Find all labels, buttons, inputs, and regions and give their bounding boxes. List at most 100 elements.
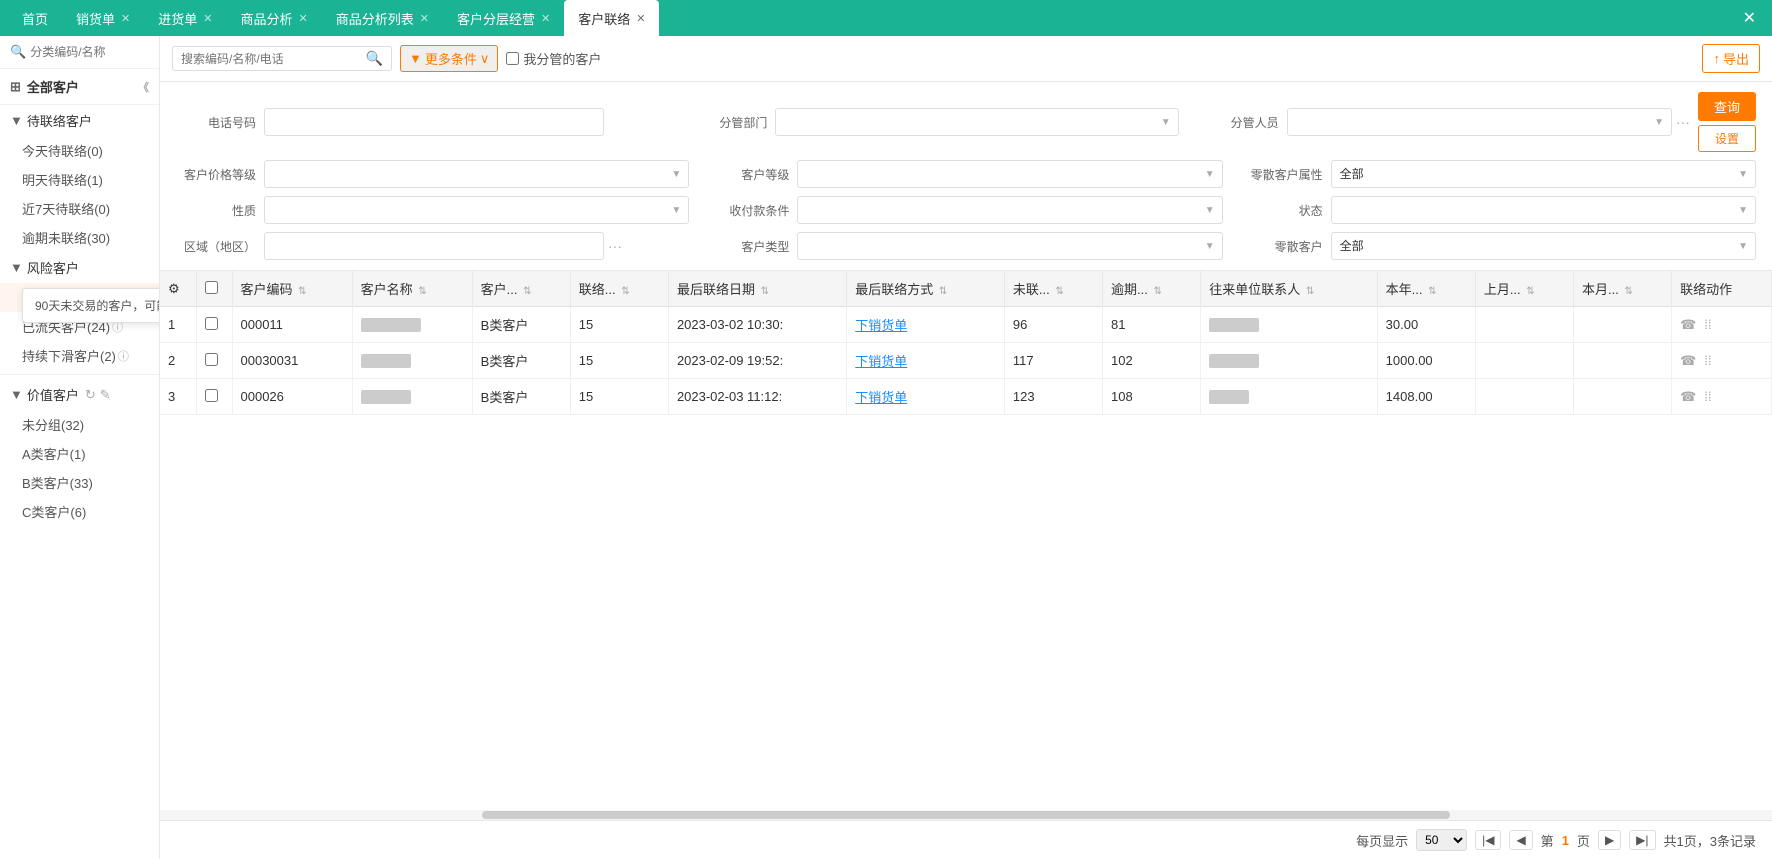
row-checkbox-2[interactable]: [205, 353, 218, 366]
sort-uncontacted-icon[interactable]: ⇅: [1055, 286, 1063, 297]
sidebar-all-customers[interactable]: ⊞ 全部客户 《: [0, 69, 159, 105]
sidebar-item-declining[interactable]: 持续下滑客户(2) ⓘ: [0, 341, 159, 370]
filter-customer-tier-select[interactable]: [797, 160, 1222, 188]
td-check-1[interactable]: [196, 307, 232, 343]
first-page-button[interactable]: |◀: [1475, 830, 1501, 850]
select-all-checkbox[interactable]: [205, 281, 218, 294]
contact-way-link-2[interactable]: 下销货单: [855, 354, 907, 369]
sort-contact-icon[interactable]: ⇅: [621, 286, 629, 297]
row-checkbox-1[interactable]: [205, 317, 218, 330]
td-check-2[interactable]: [196, 343, 232, 379]
tab-customer-segment-close[interactable]: ✕: [541, 12, 550, 25]
tab-analysis[interactable]: 商品分析 ✕: [226, 0, 321, 36]
th-this-year: 本年... ⇅: [1377, 271, 1475, 307]
td-date-3: 2023-02-03 11:12:: [668, 379, 846, 415]
arrow-down-icon-3: ▼: [10, 387, 23, 402]
more-icon-3[interactable]: ⁞⁞: [1704, 389, 1711, 404]
horizontal-scrollbar[interactable]: [160, 810, 1772, 820]
sidebar-item-overdue[interactable]: 逾期未联络(30): [0, 223, 159, 252]
row-checkbox-3[interactable]: [205, 389, 218, 402]
sidebar-item-class-c[interactable]: C类客户(6): [0, 497, 159, 526]
tab-purchase[interactable]: 进货单 ✕: [144, 0, 226, 36]
export-button[interactable]: ↑ 导出: [1702, 44, 1760, 73]
filter-zero-attr-select[interactable]: 全部: [1331, 160, 1756, 188]
tab-analysis-list-close[interactable]: ✕: [420, 12, 429, 25]
sort-year-icon[interactable]: ⇅: [1428, 286, 1436, 297]
sidebar-item-tomorrow[interactable]: 明天待联络(1): [0, 165, 159, 194]
filter-price-tier-select[interactable]: [264, 160, 689, 188]
td-this-month-1: [1573, 307, 1671, 343]
scrollbar-thumb[interactable]: [482, 811, 1449, 819]
filter-dept-select[interactable]: [775, 108, 1178, 136]
page-size-select[interactable]: 50 100 200: [1416, 829, 1467, 851]
contact-icon-1[interactable]: ☎: [1680, 317, 1696, 333]
contact-way-link-3[interactable]: 下销货单: [855, 390, 907, 405]
filter-person-dots[interactable]: ···: [1676, 114, 1690, 130]
data-table: ⚙ 客户编码 ⇅ 客户名称 ⇅: [160, 271, 1772, 415]
sort-overdue-icon[interactable]: ⇅: [1154, 286, 1162, 297]
filter-zero-customer-select[interactable]: 全部: [1331, 232, 1756, 260]
tab-customer-contact-close[interactable]: ✕: [636, 12, 645, 25]
prev-page-button[interactable]: ◀: [1509, 830, 1532, 850]
contact-icon-2[interactable]: ☎: [1680, 353, 1696, 369]
sidebar-item-today[interactable]: 今天待联络(0): [0, 136, 159, 165]
sidebar-group-risk[interactable]: ▼ 风险客户: [0, 252, 159, 283]
sort-this-month-icon[interactable]: ⇅: [1624, 286, 1632, 297]
filter-region-dots[interactable]: ···: [608, 238, 622, 254]
sidebar-search-input[interactable]: [30, 45, 149, 59]
pagination-page-label: 第: [1541, 831, 1554, 850]
filter-person-select[interactable]: [1287, 108, 1672, 136]
more-icon-2[interactable]: ⁞⁞: [1704, 353, 1711, 368]
edit-icon[interactable]: ✎: [100, 387, 111, 403]
more-icon-1[interactable]: ⁞⁞: [1704, 317, 1711, 332]
contact-icon-3[interactable]: ☎: [1680, 389, 1696, 405]
tab-home[interactable]: 首页: [8, 0, 62, 36]
tab-customer-segment[interactable]: 客户分层经营 ✕: [443, 0, 564, 36]
tab-sales-close[interactable]: ✕: [121, 12, 130, 25]
th-settings[interactable]: ⚙: [160, 271, 196, 307]
filter-payment-select[interactable]: [797, 196, 1222, 224]
next-page-button[interactable]: ▶: [1598, 830, 1621, 850]
settings-button[interactable]: 设置: [1698, 125, 1756, 152]
tab-sales[interactable]: 销货单 ✕: [62, 0, 144, 36]
filter-phone-input[interactable]: [264, 108, 604, 136]
sort-person-icon[interactable]: ⇅: [1306, 286, 1314, 297]
toolbar-search-input[interactable]: [181, 52, 366, 66]
sidebar-item-tomorrow-label: 明天待联络(1): [22, 170, 103, 189]
sidebar-item-class-a[interactable]: A类客户(1): [0, 439, 159, 468]
sort-last-month-icon[interactable]: ⇅: [1526, 286, 1534, 297]
more-filters-button[interactable]: ▼ 更多条件 ∨: [400, 45, 498, 72]
toolbar-search-button[interactable]: 🔍: [366, 50, 383, 67]
sidebar-item-7days[interactable]: 近7天待联络(0): [0, 194, 159, 223]
tab-analysis-label: 商品分析: [240, 9, 292, 28]
tab-analysis-close[interactable]: ✕: [299, 12, 308, 25]
sort-date-icon[interactable]: ⇅: [761, 286, 769, 297]
tab-customer-contact[interactable]: 客户联络 ✕: [564, 0, 659, 36]
tab-purchase-close[interactable]: ✕: [203, 12, 212, 25]
td-check-3[interactable]: [196, 379, 232, 415]
sidebar-item-class-b[interactable]: B类客户(33): [0, 468, 159, 497]
sort-type-icon[interactable]: ⇅: [523, 286, 531, 297]
filter-status-select[interactable]: [1331, 196, 1756, 224]
query-button[interactable]: 查询: [1698, 92, 1756, 121]
th-checkbox[interactable]: [196, 271, 232, 307]
sidebar-search-wrap: 🔍: [0, 36, 159, 69]
my-customers-checkbox[interactable]: [506, 52, 519, 65]
sidebar-item-class-a-label: A类客户(1): [22, 444, 86, 463]
sidebar-group-value[interactable]: ▼ 价值客户 ↻ ✎: [0, 379, 159, 410]
window-close-button[interactable]: ✕: [1735, 8, 1764, 28]
sort-name-icon[interactable]: ⇅: [418, 286, 426, 297]
sort-code-icon[interactable]: ⇅: [298, 286, 306, 297]
sidebar-group-pending[interactable]: ▼ 待联络客户: [0, 105, 159, 136]
tab-analysis-list[interactable]: 商品分析列表 ✕: [322, 0, 443, 36]
sort-way-icon[interactable]: ⇅: [939, 286, 947, 297]
sidebar-item-ungroup[interactable]: 未分组(32): [0, 410, 159, 439]
my-customers-checkbox-label[interactable]: 我分管的客户: [506, 49, 601, 68]
filter-region-input[interactable]: [264, 232, 604, 260]
filter-gender-select[interactable]: [264, 196, 689, 224]
contact-way-link-1[interactable]: 下销货单: [855, 318, 907, 333]
refresh-icon[interactable]: ↻: [85, 387, 96, 403]
td-code-2: 00030031: [232, 343, 352, 379]
filter-customer-type-select[interactable]: [797, 232, 1222, 260]
last-page-button[interactable]: ▶|: [1629, 830, 1655, 850]
